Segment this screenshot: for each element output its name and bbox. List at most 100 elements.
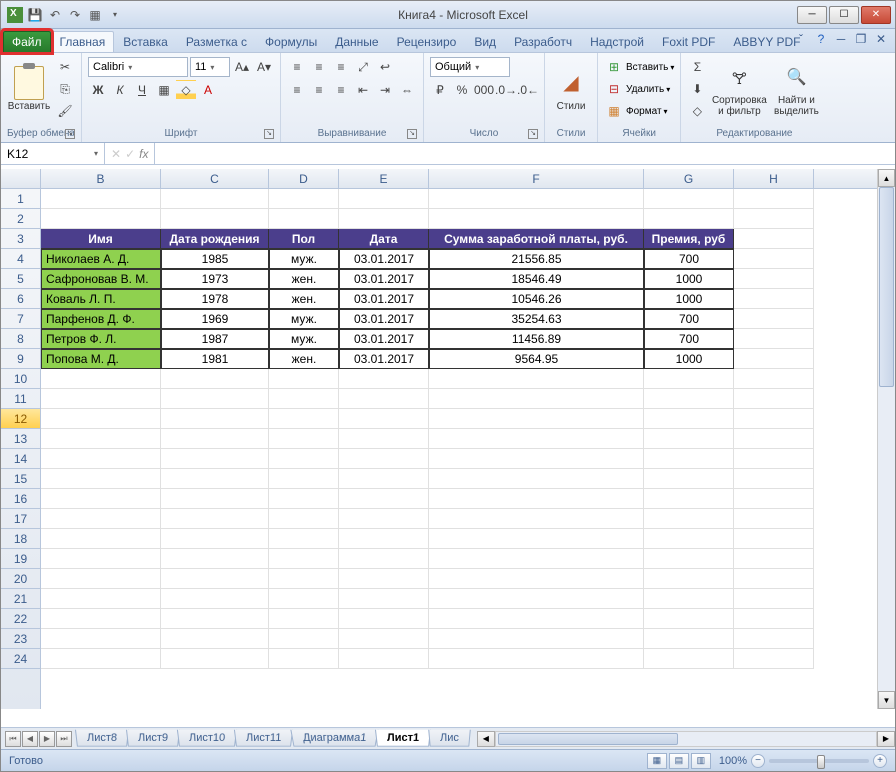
row-header[interactable]: 2 xyxy=(1,209,40,229)
format-cells-button[interactable]: ▦Формат▾ xyxy=(604,101,668,121)
cell[interactable] xyxy=(644,629,734,649)
align-right-icon[interactable]: ≡ xyxy=(331,80,351,100)
tab-file[interactable]: Файл xyxy=(3,31,51,52)
cell[interactable] xyxy=(41,389,161,409)
cell[interactable] xyxy=(41,529,161,549)
cell[interactable] xyxy=(41,489,161,509)
cell[interactable] xyxy=(161,449,269,469)
currency-icon[interactable]: ₽ xyxy=(430,80,450,100)
cell[interactable]: 03.01.2017 xyxy=(339,329,429,349)
cell[interactable]: 1000 xyxy=(644,269,734,289)
row-header[interactable]: 10 xyxy=(1,369,40,389)
cell[interactable] xyxy=(429,569,644,589)
cell[interactable] xyxy=(429,609,644,629)
cell[interactable] xyxy=(41,509,161,529)
row-header[interactable]: 4 xyxy=(1,249,40,269)
cell[interactable] xyxy=(269,569,339,589)
cell[interactable]: муж. xyxy=(269,249,339,269)
cell[interactable]: 35254.63 xyxy=(429,309,644,329)
cell[interactable] xyxy=(339,369,429,389)
cells-area[interactable]: ИмяДата рожденияПолДатаСумма заработной … xyxy=(41,189,877,709)
cell[interactable] xyxy=(41,629,161,649)
cell[interactable] xyxy=(41,449,161,469)
cell[interactable] xyxy=(429,409,644,429)
cell[interactable] xyxy=(161,469,269,489)
cell[interactable] xyxy=(734,509,814,529)
underline-button[interactable]: Ч xyxy=(132,80,152,100)
cell[interactable] xyxy=(41,589,161,609)
cell[interactable] xyxy=(161,429,269,449)
cell[interactable]: 03.01.2017 xyxy=(339,289,429,309)
cell[interactable] xyxy=(734,609,814,629)
cell[interactable] xyxy=(734,449,814,469)
cell[interactable]: 18546.49 xyxy=(429,269,644,289)
col-header[interactable]: F xyxy=(429,169,644,188)
normal-view-icon[interactable]: ▦ xyxy=(647,753,667,769)
cell[interactable] xyxy=(734,629,814,649)
tab-layout[interactable]: Разметка с xyxy=(177,31,256,52)
cell[interactable] xyxy=(734,289,814,309)
sheet-tab[interactable]: Лист10 xyxy=(177,730,237,747)
cell[interactable] xyxy=(429,509,644,529)
hscroll-thumb[interactable] xyxy=(498,733,678,745)
scroll-right-icon[interactable]: ▶ xyxy=(877,731,895,747)
page-layout-view-icon[interactable]: ▤ xyxy=(669,753,689,769)
cell[interactable] xyxy=(734,489,814,509)
cell[interactable]: 03.01.2017 xyxy=(339,349,429,369)
border-button[interactable]: ▦ xyxy=(154,80,174,100)
cell[interactable]: Сумма заработной платы, руб. xyxy=(429,229,644,249)
grow-font-icon[interactable]: A▴ xyxy=(232,57,252,77)
cell[interactable] xyxy=(269,489,339,509)
sheet-tab[interactable]: Лист8 xyxy=(75,730,129,747)
tab-review[interactable]: Рецензиро xyxy=(388,31,466,52)
cell[interactable]: муж. xyxy=(269,309,339,329)
last-sheet-icon[interactable]: ⏭ xyxy=(56,731,72,747)
tab-addins[interactable]: Надстрой xyxy=(581,31,653,52)
cell[interactable] xyxy=(161,189,269,209)
cell[interactable]: Дата xyxy=(339,229,429,249)
cell[interactable] xyxy=(339,569,429,589)
row-header[interactable]: 7 xyxy=(1,309,40,329)
row-header[interactable]: 14 xyxy=(1,449,40,469)
cell[interactable] xyxy=(644,589,734,609)
cell[interactable] xyxy=(734,309,814,329)
cell[interactable] xyxy=(41,609,161,629)
row-header[interactable]: 17 xyxy=(1,509,40,529)
cell[interactable]: 03.01.2017 xyxy=(339,249,429,269)
cell[interactable] xyxy=(269,509,339,529)
cell[interactable] xyxy=(734,589,814,609)
cell[interactable]: Николаев А. Д. xyxy=(41,249,161,269)
row-header[interactable]: 20 xyxy=(1,569,40,589)
save-icon[interactable]: 💾 xyxy=(27,7,43,23)
cell[interactable] xyxy=(429,589,644,609)
prev-sheet-icon[interactable]: ◀ xyxy=(22,731,38,747)
cell[interactable] xyxy=(339,389,429,409)
cell[interactable]: жен. xyxy=(269,269,339,289)
cell[interactable] xyxy=(339,649,429,669)
zoom-level[interactable]: 100% xyxy=(719,755,747,767)
cell[interactable] xyxy=(644,429,734,449)
cell[interactable]: Сафроновав В. М. xyxy=(41,269,161,289)
font-size-combo[interactable]: 11▾ xyxy=(190,57,230,77)
cell[interactable] xyxy=(644,549,734,569)
col-header[interactable]: E xyxy=(339,169,429,188)
scroll-left-icon[interactable]: ◀ xyxy=(477,731,495,747)
cell[interactable] xyxy=(429,209,644,229)
wrap-text-icon[interactable]: ↩ xyxy=(375,57,395,77)
cell[interactable] xyxy=(734,369,814,389)
cell[interactable] xyxy=(41,569,161,589)
first-sheet-icon[interactable]: ⏮ xyxy=(5,731,21,747)
italic-button[interactable]: К xyxy=(110,80,130,100)
cell[interactable] xyxy=(41,469,161,489)
increase-indent-icon[interactable]: ⇥ xyxy=(375,80,395,100)
page-break-view-icon[interactable]: ▥ xyxy=(691,753,711,769)
cell[interactable] xyxy=(644,469,734,489)
cell[interactable] xyxy=(429,629,644,649)
cell[interactable] xyxy=(269,449,339,469)
formula-input[interactable] xyxy=(155,143,895,164)
align-top-icon[interactable]: ≡ xyxy=(287,57,307,77)
row-header[interactable]: 24 xyxy=(1,649,40,669)
cell[interactable] xyxy=(644,209,734,229)
tab-foxit[interactable]: Foxit PDF xyxy=(653,31,724,52)
scroll-thumb[interactable] xyxy=(879,187,894,387)
